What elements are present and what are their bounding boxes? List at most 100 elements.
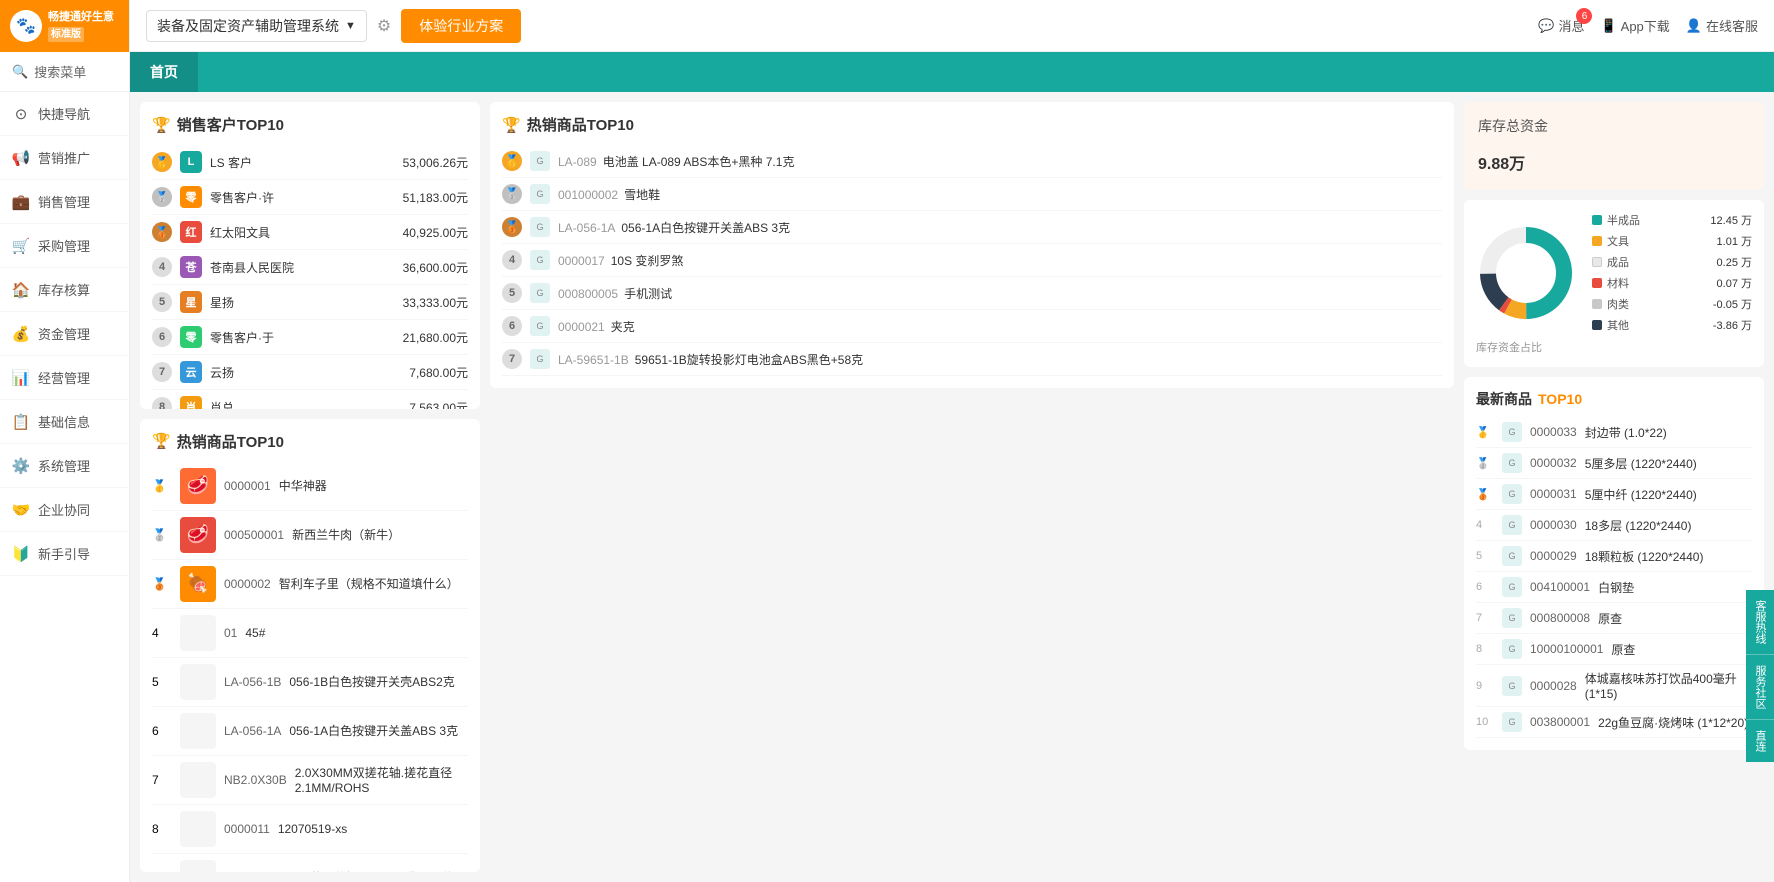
product-icon: G bbox=[1502, 422, 1522, 442]
direct-button[interactable]: 直连 bbox=[1746, 720, 1774, 762]
product-icon: G bbox=[1502, 546, 1522, 566]
main-container: 装备及固定资产辅助管理系统 ▼ ⚙ 体验行业方案 💬 消息 6 📱 App下载 … bbox=[130, 0, 1774, 882]
product-icon: G bbox=[1502, 608, 1522, 628]
list-item: 10 G 003800001 22g鱼豆腐·烧烤味 (1*12*20) bbox=[1476, 707, 1752, 738]
content: 🏆 销售客户TOP10 🥇 L LS 客户 53,006.26元 🥈 零 零售客… bbox=[130, 92, 1774, 882]
legend-color bbox=[1592, 278, 1602, 288]
trial-button[interactable]: 体验行业方案 bbox=[401, 9, 521, 43]
sidebar-item-operations[interactable]: 📊 经营管理 bbox=[0, 356, 129, 400]
rank-number: 7 bbox=[502, 349, 522, 369]
product-image-placeholder bbox=[180, 860, 216, 872]
left-panel: 🏆 销售客户TOP10 🥇 L LS 客户 53,006.26元 🥈 零 零售客… bbox=[140, 102, 480, 872]
sidebar-item-label: 企业协同 bbox=[38, 500, 90, 519]
message-button[interactable]: 💬 消息 6 bbox=[1538, 16, 1584, 35]
legend-color bbox=[1592, 215, 1602, 225]
list-item: 🥉 G 0000031 5厘中纤 (1220*2440) bbox=[1476, 479, 1752, 510]
chevron-down-icon: ▼ bbox=[345, 20, 356, 32]
sidebar-item-label: 库存核算 bbox=[38, 280, 90, 299]
newest-label: 最新商品 bbox=[1476, 389, 1532, 409]
rank-number: 5 bbox=[152, 675, 172, 689]
sidebar-item-quick-nav[interactable]: ⊙ 快捷导航 bbox=[0, 92, 129, 136]
avatar: 红 bbox=[180, 221, 202, 243]
product-icon: G bbox=[1502, 676, 1522, 696]
table-row: 7 NB2.0X30B 2.0X30MM双搓花轴.搓花直径2.1MM/ROHS bbox=[152, 756, 468, 805]
logo-tag: 标准版 bbox=[48, 27, 84, 42]
logo-name: 畅捷通好生意 bbox=[48, 10, 114, 24]
guide-icon: 🔰 bbox=[12, 545, 30, 563]
nav-tabs: 首页 bbox=[130, 52, 1774, 92]
sidebar-item-enterprise[interactable]: 🤝 企业协同 bbox=[0, 488, 129, 532]
rank-number: 4 bbox=[502, 250, 522, 270]
top-sales-panel: 🏆 销售客户TOP10 🥇 L LS 客户 53,006.26元 🥈 零 零售客… bbox=[140, 102, 480, 409]
marketing-icon: 📢 bbox=[12, 149, 30, 167]
phone-icon: 📱 bbox=[1600, 18, 1616, 34]
sidebar: 🐾 畅捷通好生意 标准版 🔍 搜索菜单 ⊙ 快捷导航 📢 营销推广 💼 销售管理… bbox=[0, 0, 130, 882]
rank-medal: 🥇 bbox=[502, 151, 522, 171]
legend-color bbox=[1592, 299, 1602, 309]
rank-medal: 🥉 bbox=[1476, 488, 1494, 501]
product-image-placeholder bbox=[180, 615, 216, 651]
sidebar-item-marketing[interactable]: 📢 营销推广 bbox=[0, 136, 129, 180]
legend-color bbox=[1592, 236, 1602, 246]
search-menu[interactable]: 🔍 搜索菜单 bbox=[0, 52, 129, 92]
avatar: 苍 bbox=[180, 256, 202, 278]
online-service-button[interactable]: 👤 在线客服 bbox=[1686, 16, 1758, 35]
rank-number: 🥈 bbox=[152, 187, 172, 207]
sidebar-item-basic-info[interactable]: 📋 基础信息 bbox=[0, 400, 129, 444]
rank-number: 6 bbox=[152, 724, 172, 738]
inventory-total-amount: 9.88万 bbox=[1478, 144, 1750, 176]
rank-number: 7 bbox=[152, 773, 172, 787]
table-row: 6 LA-056-1A 056-1A白色按键开关盖ABS 3克 bbox=[152, 707, 468, 756]
rank-medal: 🥈 bbox=[1476, 457, 1494, 470]
system-selector[interactable]: 装备及固定资产辅助管理系统 ▼ bbox=[146, 10, 367, 42]
service-community-button[interactable]: 服务社区 bbox=[1746, 655, 1774, 720]
sidebar-item-system[interactable]: ⚙️ 系统管理 bbox=[0, 444, 129, 488]
sidebar-item-purchase[interactable]: 🛒 采购管理 bbox=[0, 224, 129, 268]
logo-icon: 🐾 bbox=[10, 10, 42, 42]
avatar: 肖 bbox=[180, 396, 202, 409]
hot-products-panel: 🏆 热销商品TOP10 🥇 🥩 0000001 中华神器 🥈 🥩 0005000… bbox=[140, 419, 480, 872]
table-row: 4 苍 苍南县人民医院 36,600.00元 bbox=[152, 250, 468, 285]
sidebar-item-inventory[interactable]: 🏠 库存核算 bbox=[0, 268, 129, 312]
sidebar-item-sales[interactable]: 💼 销售管理 bbox=[0, 180, 129, 224]
sidebar-item-guide[interactable]: 🔰 新手引导 bbox=[0, 532, 129, 576]
product-image-placeholder bbox=[180, 713, 216, 749]
rank-number: 8 bbox=[152, 822, 172, 836]
product-icon: G bbox=[1502, 515, 1522, 535]
product-icon: G bbox=[530, 349, 550, 369]
basic-info-icon: 📋 bbox=[12, 413, 30, 431]
settings-icon[interactable]: ⚙ bbox=[377, 16, 391, 36]
sidebar-item-label: 基础信息 bbox=[38, 412, 90, 431]
app-download-button[interactable]: 📱 App下载 bbox=[1600, 16, 1669, 35]
product-image: 🍖 bbox=[180, 566, 216, 602]
online-service-label: 在线客服 bbox=[1706, 16, 1758, 35]
rank-number: 6 bbox=[502, 316, 522, 336]
top-sales-list: 🥇 L LS 客户 53,006.26元 🥈 零 零售客户·许 51,183.0… bbox=[152, 145, 468, 409]
trophy-icon: 🏆 bbox=[152, 116, 171, 134]
inventory-legend: 半成品 12.45 万 文具 1.01 万 成品 0.25 万 bbox=[1592, 212, 1752, 333]
product-icon: G bbox=[530, 217, 550, 237]
list-item: 6 G 004100001 白钢垫 bbox=[1476, 572, 1752, 603]
tab-home[interactable]: 首页 bbox=[130, 52, 198, 92]
product-icon: G bbox=[1502, 712, 1522, 732]
avatar: 云 bbox=[180, 361, 202, 383]
product-image-placeholder bbox=[180, 762, 216, 798]
rank-medal: 🥇 bbox=[1476, 426, 1494, 439]
rank-number: 10 bbox=[1476, 716, 1494, 728]
sidebar-item-label: 新手引导 bbox=[38, 544, 90, 563]
product-icon: G bbox=[530, 184, 550, 204]
message-icon: 💬 bbox=[1538, 18, 1554, 34]
legend-item: 半成品 12.45 万 bbox=[1592, 212, 1752, 228]
hot-products-title: 🏆 热销商品TOP10 bbox=[152, 431, 468, 452]
table-row: 6 零 零售客户·于 21,680.00元 bbox=[152, 320, 468, 355]
sidebar-item-finance[interactable]: 💰 资金管理 bbox=[0, 312, 129, 356]
rank-number: 9 bbox=[152, 871, 172, 872]
app-download-label: App下载 bbox=[1621, 16, 1670, 35]
logo-text: 畅捷通好生意 标准版 bbox=[48, 10, 114, 41]
sidebar-item-label: 系统管理 bbox=[38, 456, 90, 475]
customer-service-button[interactable]: 客服热线 bbox=[1746, 590, 1774, 655]
product-icon: G bbox=[530, 250, 550, 270]
newest-products-title: 最新商品 TOP10 bbox=[1476, 389, 1752, 409]
list-item: 5 G 0000029 18颗粒板 (1220*2440) bbox=[1476, 541, 1752, 572]
trophy-icon: 🏆 bbox=[502, 116, 521, 134]
